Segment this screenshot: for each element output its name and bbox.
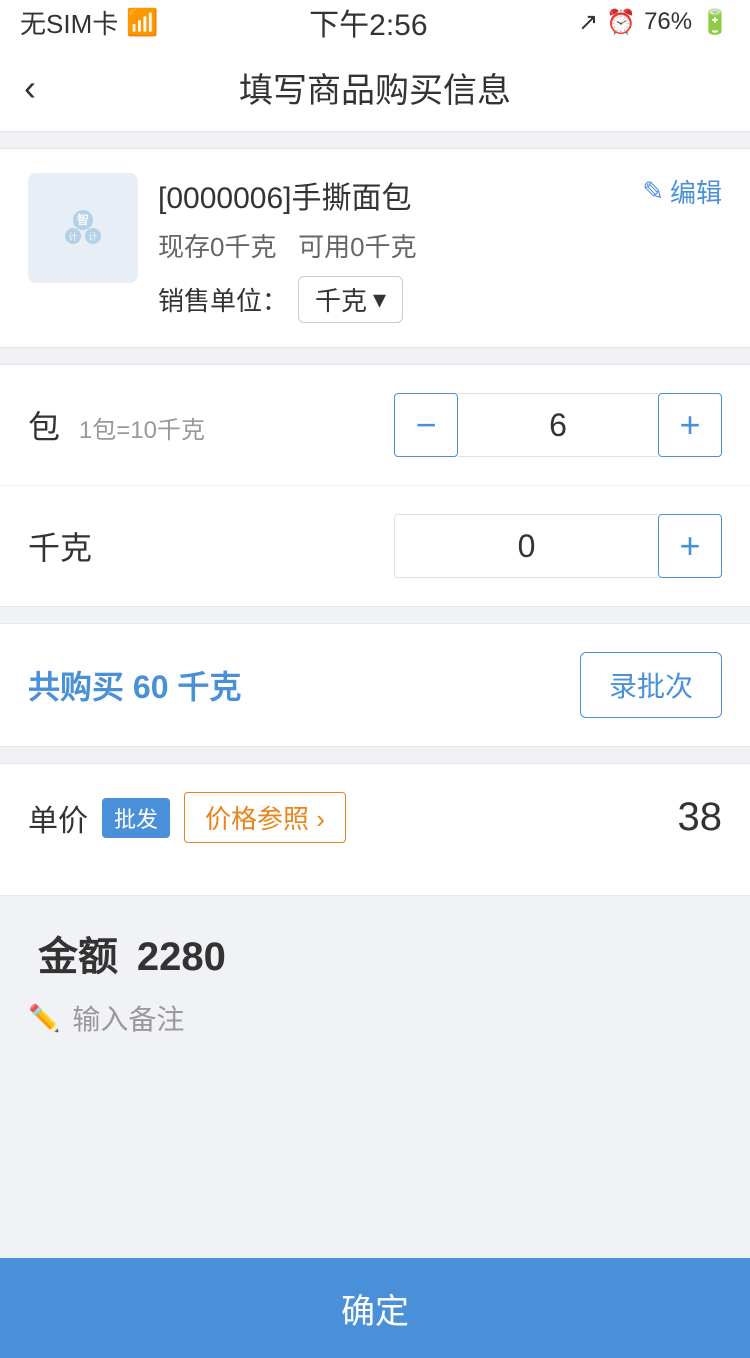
pack-label-group: 包 1包=10千克 [28, 402, 394, 448]
amount-row: 金额 2280 [28, 924, 722, 982]
unit-value: 千克 [315, 281, 367, 318]
svg-text:智: 智 [76, 212, 89, 227]
location-icon: ↗ [578, 8, 598, 37]
price-label: 单价 [28, 796, 88, 840]
pack-row: 包 1包=10千克 − + [0, 365, 750, 486]
pack-quantity-input[interactable] [458, 393, 658, 457]
price-badge: 批发 [102, 798, 170, 838]
total-row: 共购买 60 千克 录批次 [0, 623, 750, 747]
remark-row[interactable]: ✏️ 输入备注 [28, 998, 722, 1058]
pack-hint: 1包=10千克 [79, 417, 205, 444]
status-bar: 无SIM卡 📶 下午2:56 ↗ ⏰ 76% 🔋 [0, 0, 750, 44]
quantity-section: 包 1包=10千克 − + 千克 + [0, 364, 750, 607]
status-time: 下午2:56 [309, 0, 427, 44]
alarm-icon: ⏰ [606, 8, 636, 37]
nav-bar: ‹ 填写商品购买信息 [0, 44, 750, 132]
total-amount: 60 [133, 669, 169, 705]
product-image: 智 计 计 [28, 173, 138, 283]
product-info: [0000006]手撕面包 ✎ 编辑 现存0千克 可用0千克 销售单位： 千克 … [158, 173, 722, 323]
pack-plus-button[interactable]: + [658, 393, 722, 457]
price-value: 38 [678, 795, 723, 840]
kg-quantity-input[interactable] [394, 514, 658, 578]
status-left: 无SIM卡 📶 [20, 4, 159, 41]
svg-text:计: 计 [88, 231, 97, 242]
price-label-group: 单价 批发 价格参照 › [28, 792, 346, 843]
battery-icon: 🔋 [700, 8, 730, 37]
product-unit-row: 销售单位： 千克 ▾ [158, 276, 722, 323]
pack-label: 包 [28, 409, 60, 445]
edit-label: 编辑 [670, 173, 722, 210]
edit-icon: ✎ [642, 176, 664, 207]
amount-label: 金额 [38, 935, 118, 979]
unit-label: 销售单位： [158, 281, 288, 318]
product-card: 智 计 计 [0000006]手撕面包 ✎ 编辑 现存0千克 可用0千克 销售单… [0, 148, 750, 348]
edit-button[interactable]: ✎ 编辑 [642, 173, 722, 210]
pack-minus-button[interactable]: − [394, 393, 458, 457]
total-prefix: 共购买 [28, 669, 124, 705]
confirm-bar[interactable]: 确定 [0, 1258, 750, 1358]
unit-select[interactable]: 千克 ▾ [298, 276, 403, 323]
amount-section: 金额 2280 ✏️ 输入备注 [0, 896, 750, 1058]
kg-label: 千克 [28, 523, 394, 569]
pencil-icon: ✏️ [28, 1003, 60, 1034]
status-right: ↗ ⏰ 76% 🔋 [578, 8, 730, 37]
chevron-down-icon: ▾ [373, 284, 386, 315]
product-stock: 现存0千克 可用0千克 [158, 227, 722, 264]
available-text: 可用0千克 [284, 232, 417, 262]
price-section: 单价 批发 价格参照 › 38 [0, 763, 750, 896]
total-text: 共购买 60 千克 [28, 662, 241, 708]
kg-controls: + [394, 514, 722, 578]
price-row: 单价 批发 价格参照 › 38 [28, 792, 722, 843]
page-title: 填写商品购买信息 [239, 63, 511, 112]
kg-plus-button[interactable]: + [658, 514, 722, 578]
remark-text: 输入备注 [72, 998, 184, 1038]
battery-text: 76% [644, 8, 692, 36]
product-logo-icon: 智 计 计 [53, 198, 113, 258]
kg-row: 千克 + [0, 486, 750, 606]
stock-text: 现存0千克 [158, 232, 276, 262]
confirm-button-label: 确定 [341, 1284, 409, 1333]
amount-value: 2280 [137, 935, 226, 979]
product-top-row: [0000006]手撕面包 ✎ 编辑 [158, 173, 722, 227]
back-button[interactable]: ‹ [24, 67, 36, 109]
pack-controls: − + [394, 393, 722, 457]
batch-button[interactable]: 录批次 [580, 652, 722, 718]
svg-text:计: 计 [68, 231, 77, 242]
price-ref-button[interactable]: 价格参照 › [184, 792, 346, 843]
wifi-icon: 📶 [126, 7, 158, 38]
spacer [0, 1058, 750, 1258]
product-name: [0000006]手撕面包 [158, 173, 411, 217]
carrier-text: 无SIM卡 [20, 4, 118, 41]
total-unit: 千克 [177, 669, 241, 705]
